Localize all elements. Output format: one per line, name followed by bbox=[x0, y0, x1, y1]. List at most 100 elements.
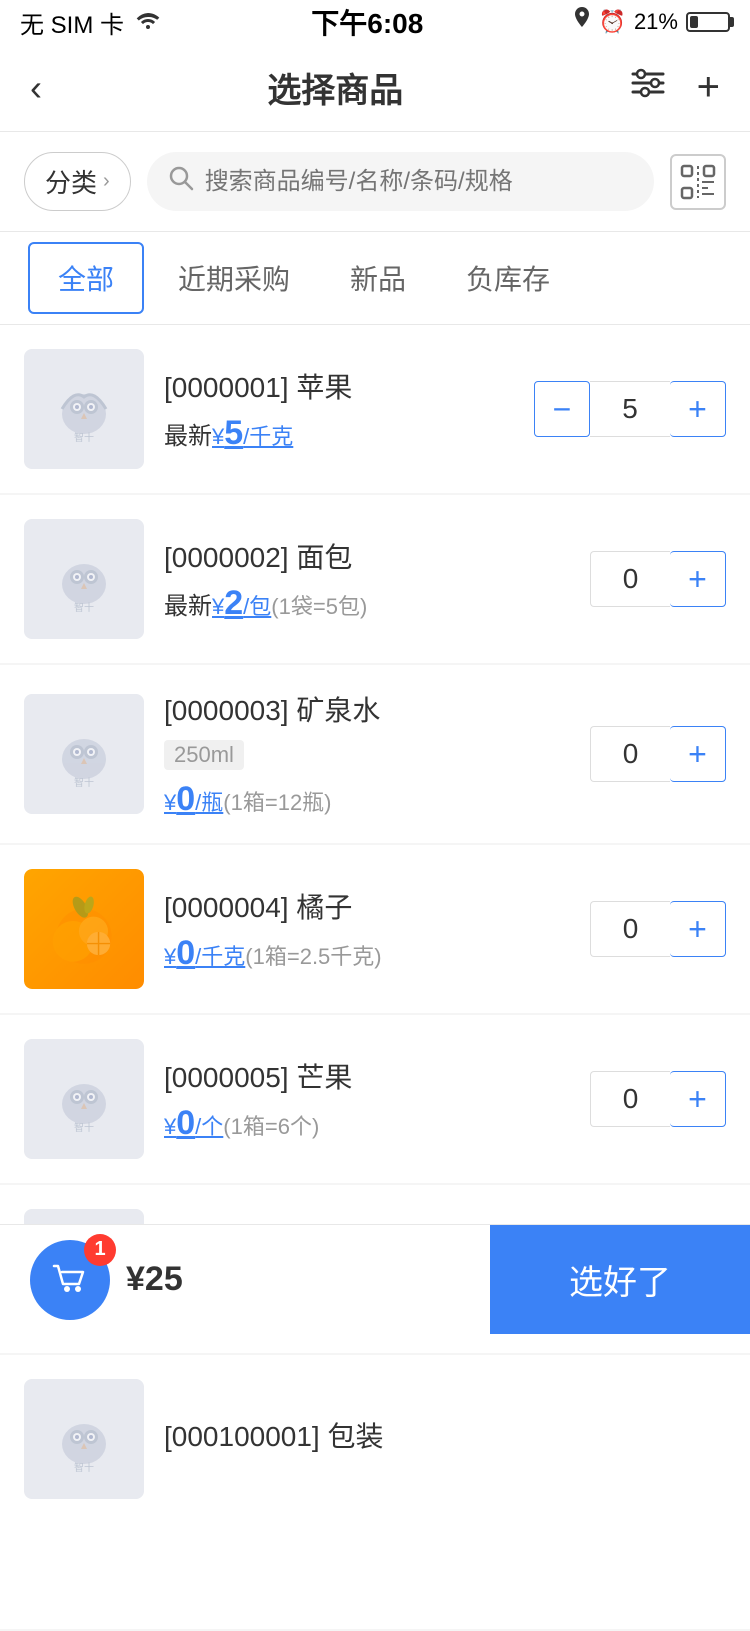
search-icon bbox=[167, 164, 195, 199]
price-amount: 0 bbox=[176, 1104, 195, 1143]
quantity-input[interactable] bbox=[590, 551, 670, 607]
product-name: [0000005] 芒果 bbox=[164, 1056, 570, 1096]
quantity-plus-button[interactable]: + bbox=[670, 1071, 726, 1127]
cart-badge: 1 bbox=[84, 1234, 116, 1266]
price-unit-extra: (1袋=5包) bbox=[271, 589, 367, 621]
product-name: [0000002] 面包 bbox=[164, 536, 570, 576]
tab-row: 全部 近期采购 新品 负库存 bbox=[0, 232, 750, 325]
price-unit: /包 bbox=[243, 589, 271, 621]
price-amount: 2 bbox=[224, 584, 243, 623]
svg-text:智十: 智十 bbox=[74, 601, 94, 614]
svg-text:智十: 智十 bbox=[74, 1121, 94, 1134]
price-unit-extra: (1箱=12瓶) bbox=[223, 785, 331, 817]
tab-new[interactable]: 新品 bbox=[320, 238, 436, 318]
search-input[interactable] bbox=[205, 168, 634, 196]
tab-recent[interactable]: 近期采购 bbox=[148, 238, 320, 318]
svg-text:智十: 智十 bbox=[74, 776, 94, 789]
product-name: [0000004] 橘子 bbox=[164, 886, 570, 926]
product-price: 最新 ¥ 5 /千克 bbox=[164, 414, 514, 453]
product-list: 智十 [0000001] 苹果 最新 ¥ 5 /千克 − + bbox=[0, 325, 750, 1629]
svg-text:智十: 智十 bbox=[74, 1461, 94, 1474]
bottom-bar: 1 ¥25 选好了 bbox=[0, 1224, 750, 1334]
status-left: 无 SIM 卡 bbox=[20, 5, 162, 40]
quantity-control: + bbox=[590, 726, 726, 782]
category-label: 分类 bbox=[45, 163, 97, 200]
category-button[interactable]: 分类 › bbox=[24, 152, 131, 211]
back-button[interactable]: ‹ bbox=[30, 67, 42, 109]
price-amount: 5 bbox=[224, 414, 243, 453]
price-currency: ¥ bbox=[164, 1114, 176, 1140]
quantity-control: + bbox=[590, 1071, 726, 1127]
price-unit: /千克 bbox=[195, 939, 245, 971]
price-label: 最新 bbox=[164, 416, 212, 451]
price-amount: 0 bbox=[176, 780, 195, 819]
quantity-control: − + bbox=[534, 381, 726, 437]
battery-icon bbox=[686, 12, 730, 32]
product-name: [0000001] 苹果 bbox=[164, 366, 514, 406]
product-info: [000100001] 包装 bbox=[164, 1415, 726, 1463]
product-thumbnail: 智十 bbox=[24, 1039, 144, 1159]
product-thumbnail: 智十 bbox=[24, 1379, 144, 1499]
status-time: 下午6:08 bbox=[311, 2, 423, 42]
tab-negative[interactable]: 负库存 bbox=[436, 238, 580, 318]
wifi-icon bbox=[134, 8, 162, 36]
quantity-plus-button[interactable]: + bbox=[670, 726, 726, 782]
price-unit-extra: (1箱=6个) bbox=[223, 1109, 319, 1141]
product-thumbnail: 智十 bbox=[24, 694, 144, 814]
search-box[interactable] bbox=[147, 152, 654, 211]
tab-all[interactable]: 全部 bbox=[28, 242, 144, 314]
quantity-minus-button[interactable]: − bbox=[534, 381, 590, 437]
confirm-button[interactable]: 选好了 bbox=[490, 1225, 750, 1334]
owl-logo-icon: 智十 bbox=[44, 1059, 124, 1139]
scan-button[interactable] bbox=[670, 154, 726, 210]
product-info: [0000002] 面包 最新 ¥ 2 /包 (1袋=5包) bbox=[164, 536, 570, 623]
product-item: 智十 [0000005] 芒果 ¥ 0 /个 (1箱=6个) + bbox=[0, 1015, 750, 1183]
product-thumbnail: 智十 bbox=[24, 349, 144, 469]
product-item: 智十 [0000003] 矿泉水 250ml ¥ 0 /瓶 (1箱=12瓶) + bbox=[0, 665, 750, 843]
price-unit: /个 bbox=[195, 1109, 223, 1141]
cart-button[interactable]: 1 bbox=[30, 1240, 110, 1320]
product-price: ¥ 0 /瓶 (1箱=12瓶) bbox=[164, 780, 570, 819]
quantity-control: + bbox=[590, 901, 726, 957]
status-right: ⏰ 21% bbox=[573, 7, 730, 37]
cart-icon bbox=[48, 1258, 92, 1302]
price-unit: /千克 bbox=[243, 419, 293, 451]
status-bar: 无 SIM 卡 下午6:08 ⏰ 21% bbox=[0, 0, 750, 44]
filter-row: 分类 › bbox=[0, 132, 750, 232]
quantity-input[interactable] bbox=[590, 726, 670, 782]
product-info: [0000004] 橘子 ¥ 0 /千克 (1箱=2.5千克) bbox=[164, 886, 570, 973]
product-image bbox=[24, 869, 144, 989]
owl-logo-icon: 智十 bbox=[44, 1399, 124, 1479]
quantity-input[interactable] bbox=[590, 381, 670, 437]
product-item: 智十 [000100001] 包装 bbox=[0, 1355, 750, 1629]
svg-text:智十: 智十 bbox=[74, 431, 94, 444]
page-title: 选择商品 bbox=[267, 63, 403, 112]
product-price: ¥ 0 /个 (1箱=6个) bbox=[164, 1104, 570, 1143]
owl-logo-icon: 智十 bbox=[44, 369, 124, 449]
product-name: [000100001] 包装 bbox=[164, 1415, 726, 1455]
owl-logo-icon: 智十 bbox=[44, 539, 124, 619]
quantity-input[interactable] bbox=[590, 1071, 670, 1127]
quantity-plus-button[interactable]: + bbox=[670, 381, 726, 437]
cart-section: 1 ¥25 bbox=[0, 1240, 490, 1320]
price-amount: 0 bbox=[176, 934, 195, 973]
chevron-right-icon: › bbox=[103, 170, 110, 193]
filter-button[interactable] bbox=[629, 66, 667, 109]
price-currency: ¥ bbox=[212, 424, 224, 450]
product-price: 最新 ¥ 2 /包 (1袋=5包) bbox=[164, 584, 570, 623]
product-info: [0000005] 芒果 ¥ 0 /个 (1箱=6个) bbox=[164, 1056, 570, 1143]
add-button[interactable]: + bbox=[697, 65, 720, 110]
nav-bar: ‹ 选择商品 + bbox=[0, 44, 750, 132]
product-item: 智十 [0000001] 苹果 最新 ¥ 5 /千克 − + bbox=[0, 325, 750, 493]
product-info: [0000001] 苹果 最新 ¥ 5 /千克 bbox=[164, 366, 514, 453]
battery-text: 21% bbox=[634, 9, 678, 35]
product-thumbnail bbox=[24, 869, 144, 989]
quantity-plus-button[interactable]: + bbox=[670, 551, 726, 607]
product-spec: 250ml bbox=[164, 740, 244, 770]
alarm-icon: ⏰ bbox=[599, 9, 626, 35]
price-currency: ¥ bbox=[164, 790, 176, 816]
location-icon bbox=[573, 7, 591, 37]
price-unit-extra: (1箱=2.5千克) bbox=[245, 939, 381, 971]
quantity-plus-button[interactable]: + bbox=[670, 901, 726, 957]
quantity-input[interactable] bbox=[590, 901, 670, 957]
